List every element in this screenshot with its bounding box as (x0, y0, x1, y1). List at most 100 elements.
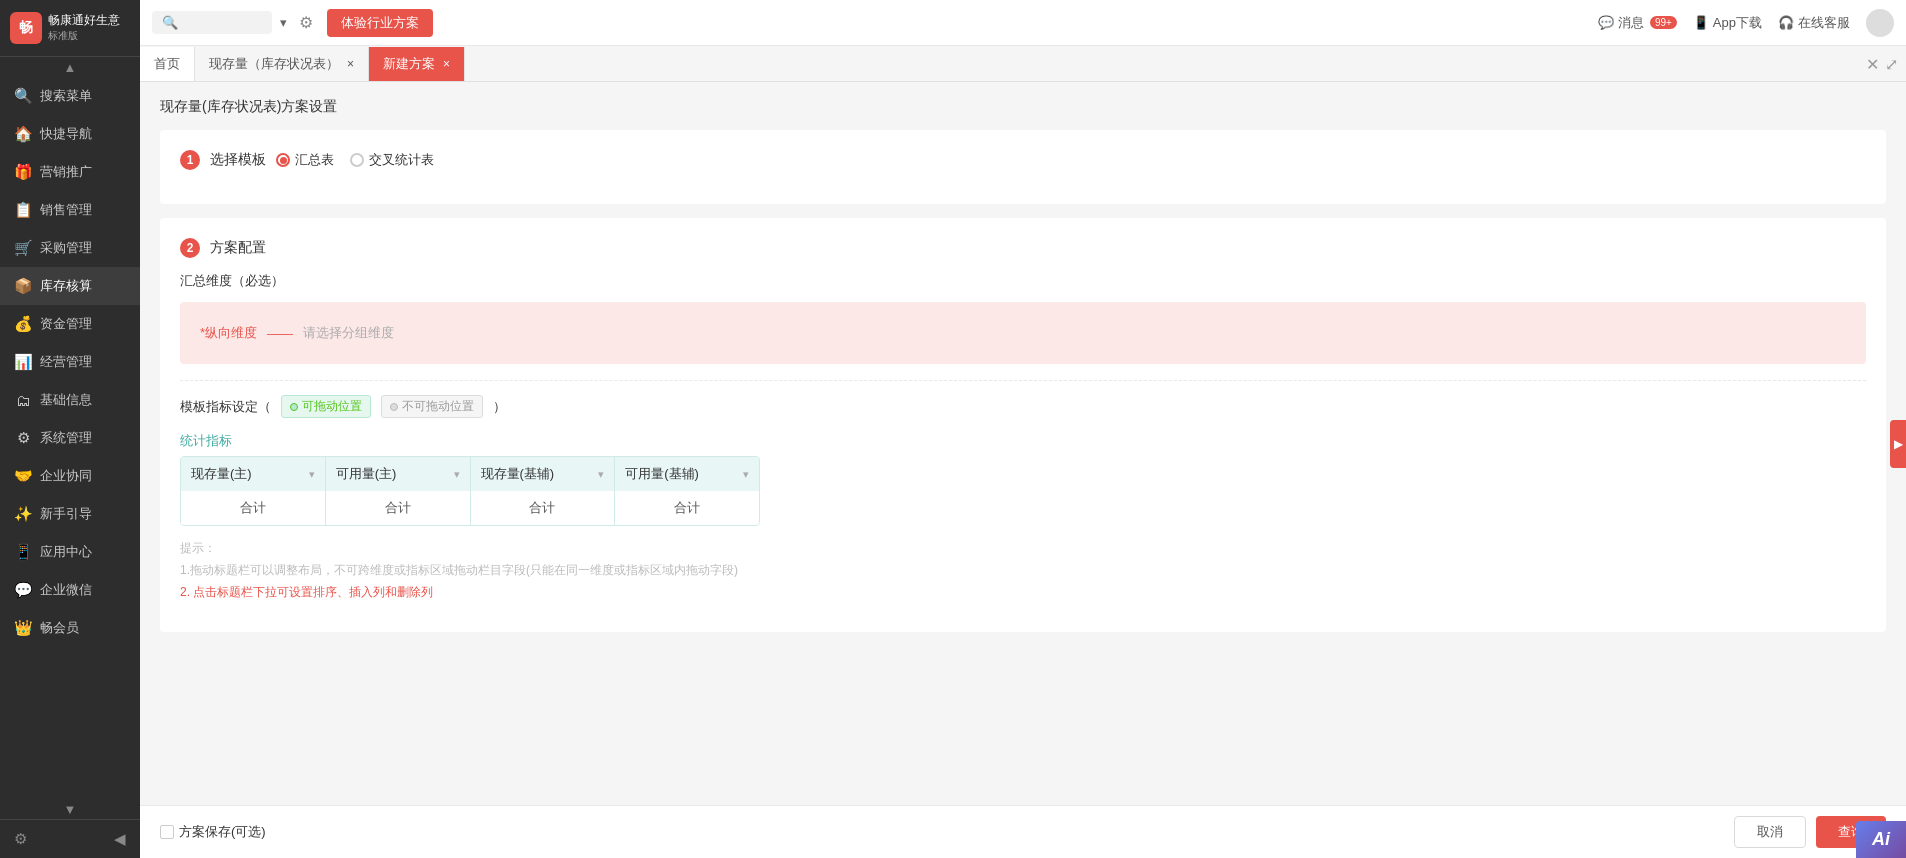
topbar-gear-icon[interactable]: ⚙ (299, 13, 313, 32)
dimension-area[interactable]: *纵向维度 —— 请选择分组维度 (180, 302, 1866, 364)
sidebar-item-marketing[interactable]: 🎁 营销推广 (0, 153, 140, 191)
logo-text-block: 畅康通好生意 标准版 (48, 13, 120, 43)
content-area: 现存量(库存状况表)方案设置 1 选择模板 汇总表 交叉统计表 (140, 82, 1906, 805)
radio-summary-dot (276, 153, 290, 167)
sidebar-item-basics[interactable]: 🗂 基础信息 (0, 381, 140, 419)
sidebar-item-label: 快捷导航 (40, 125, 92, 143)
radio-summary-label: 汇总表 (295, 151, 334, 169)
message-button[interactable]: 💬 消息 99+ (1598, 14, 1677, 32)
header-col3-label: 现存量(基辅) (481, 465, 555, 483)
collapse-icon[interactable]: ◀ (114, 830, 126, 848)
box-icon: 📦 (14, 277, 32, 295)
movable-label: 可拖动位置 (302, 398, 362, 415)
sidebar-item-label: 畅会员 (40, 619, 79, 637)
topbar-search-box[interactable]: 🔍 (152, 11, 272, 34)
user-avatar[interactable] (1866, 9, 1894, 37)
sidebar-item-finance[interactable]: 💰 资金管理 (0, 305, 140, 343)
sidebar-item-enterprise[interactable]: 🤝 企业协同 (0, 457, 140, 495)
cancel-button[interactable]: 取消 (1734, 816, 1806, 848)
sidebar-item-label: 系统管理 (40, 429, 92, 447)
tab-controls: ✕ ⤢ (1858, 46, 1906, 82)
settings-icon[interactable]: ⚙ (14, 830, 27, 848)
sidebar-scroll-down[interactable]: ▼ (0, 799, 140, 819)
tab-inventory-label: 现存量（库存状况表） (209, 55, 339, 73)
sidebar-logo: 畅 畅康通好生意 标准版 (0, 0, 140, 57)
headset-icon: 🎧 (1778, 15, 1794, 30)
sidebar-item-label: 企业微信 (40, 581, 92, 599)
sidebar-item-label: 采购管理 (40, 239, 92, 257)
sidebar-item-search[interactable]: 🔍 搜索菜单 (0, 77, 140, 115)
logo-icon: 畅 (10, 12, 42, 44)
topbar-right: 💬 消息 99+ 📱 App下载 🎧 在线客服 (1598, 9, 1894, 37)
stats-header-col2[interactable]: 可用量(主) ▾ (326, 457, 471, 491)
sidebar-footer: ⚙ ◀ (0, 819, 140, 858)
tab-new-scheme[interactable]: 新建方案 × (369, 47, 465, 81)
search-input[interactable] (182, 16, 262, 30)
stats-table-body: 合计 合计 合计 合计 (181, 491, 759, 525)
sidebar-scroll-up[interactable]: ▲ (0, 57, 140, 77)
save-option[interactable]: 方案保存(可选) (160, 823, 266, 841)
message-badge: 99+ (1650, 16, 1677, 29)
logo-badge: 标准版 (48, 29, 120, 43)
trial-industry-button[interactable]: 体验行业方案 (327, 9, 433, 37)
sidebar-item-wechat[interactable]: 💬 企业微信 (0, 571, 140, 609)
tabbar-wrapper: 首页 现存量（库存状况表） × 新建方案 × ✕ ⤢ (140, 46, 1906, 82)
radio-crosstab[interactable]: 交叉统计表 (350, 151, 434, 169)
tab-new-scheme-close-icon[interactable]: × (443, 57, 450, 71)
stats-header-col1[interactable]: 现存量(主) ▾ (181, 457, 326, 491)
cart-icon: 🛒 (14, 239, 32, 257)
tab-close-icon[interactable]: ✕ (1866, 55, 1879, 74)
topbar-dropdown[interactable]: ▾ (280, 15, 287, 30)
sidebar-item-purchase[interactable]: 🛒 采购管理 (0, 229, 140, 267)
tab-expand-icon[interactable]: ⤢ (1885, 55, 1898, 74)
search-icon: 🔍 (14, 87, 32, 105)
sidebar-item-system[interactable]: ⚙ 系统管理 (0, 419, 140, 457)
sidebar-nav: 🔍 搜索菜单 🏠 快捷导航 🎁 营销推广 📋 销售管理 🛒 采购管理 📦 库存核… (0, 77, 140, 799)
hint-item-1: 1.拖动标题栏可以调整布局，不可跨维度或指标区域拖动栏目字段(只能在同一维度或指… (180, 561, 1866, 580)
movable-dot (290, 403, 298, 411)
sidebar-item-guide[interactable]: ✨ 新手引导 (0, 495, 140, 533)
tab-home[interactable]: 首页 (140, 47, 195, 81)
stats-header-col3[interactable]: 现存量(基辅) ▾ (471, 457, 616, 491)
radio-summary[interactable]: 汇总表 (276, 151, 334, 169)
template-radio-group: 汇总表 交叉统计表 (276, 151, 434, 169)
step2-badge: 2 (180, 238, 200, 258)
tab-inventory-close-icon[interactable]: × (347, 57, 354, 71)
indicator-setting-row: 模板指标设定（ 可拖动位置 不可拖动位置 ） (180, 395, 1866, 418)
stats-header-col4[interactable]: 可用量(基辅) ▾ (615, 457, 759, 491)
sidebar-item-label: 销售管理 (40, 201, 92, 219)
stats-title: 统计指标 (180, 432, 1866, 450)
right-collapse-handle[interactable]: ▶ (1890, 420, 1906, 468)
body-col4: 合计 (615, 491, 759, 525)
save-checkbox[interactable] (160, 825, 174, 839)
sidebar-item-operations[interactable]: 📊 经营管理 (0, 343, 140, 381)
bottom-bar: 方案保存(可选) 取消 查询 (140, 805, 1906, 858)
sidebar-item-appstore[interactable]: 📱 应用中心 (0, 533, 140, 571)
step2-title: 方案配置 (210, 239, 266, 257)
sidebar-item-inventory[interactable]: 📦 库存核算 (0, 267, 140, 305)
message-label: 消息 (1618, 14, 1644, 32)
sidebar-item-label: 应用中心 (40, 543, 92, 561)
money-icon: 💰 (14, 315, 32, 333)
ai-badge[interactable]: Ai (1856, 821, 1906, 858)
sidebar-item-label: 资金管理 (40, 315, 92, 333)
online-service-button[interactable]: 🎧 在线客服 (1778, 14, 1850, 32)
gift-icon: 🎁 (14, 163, 32, 181)
unmovable-label: 不可拖动位置 (402, 398, 474, 415)
sidebar-item-label: 基础信息 (40, 391, 92, 409)
step1-badge: 1 (180, 150, 200, 170)
hint-item-2: 2. 点击标题栏下拉可设置排序、插入列和删除列 (180, 583, 1866, 602)
logo-abbr: 畅 (19, 19, 33, 37)
sidebar-item-member[interactable]: 👑 畅会员 (0, 609, 140, 647)
page-title: 现存量(库存状况表)方案设置 (160, 98, 1886, 116)
sidebar-item-label: 企业协同 (40, 467, 92, 485)
hint-section: 提示： 1.拖动标题栏可以调整布局，不可跨维度或指标区域拖动栏目字段(只能在同一… (180, 540, 1866, 602)
radio-crosstab-label: 交叉统计表 (369, 151, 434, 169)
sidebar-item-shortcut[interactable]: 🏠 快捷导航 (0, 115, 140, 153)
app-download-button[interactable]: 📱 App下载 (1693, 14, 1762, 32)
sidebar-item-label: 新手引导 (40, 505, 92, 523)
tab-new-scheme-label: 新建方案 (383, 55, 435, 73)
sidebar-item-sales[interactable]: 📋 销售管理 (0, 191, 140, 229)
tab-inventory-status[interactable]: 现存量（库存状况表） × (195, 47, 369, 81)
stats-table-header: 现存量(主) ▾ 可用量(主) ▾ 现存量(基辅) ▾ 可用量(基辅) (181, 457, 759, 491)
